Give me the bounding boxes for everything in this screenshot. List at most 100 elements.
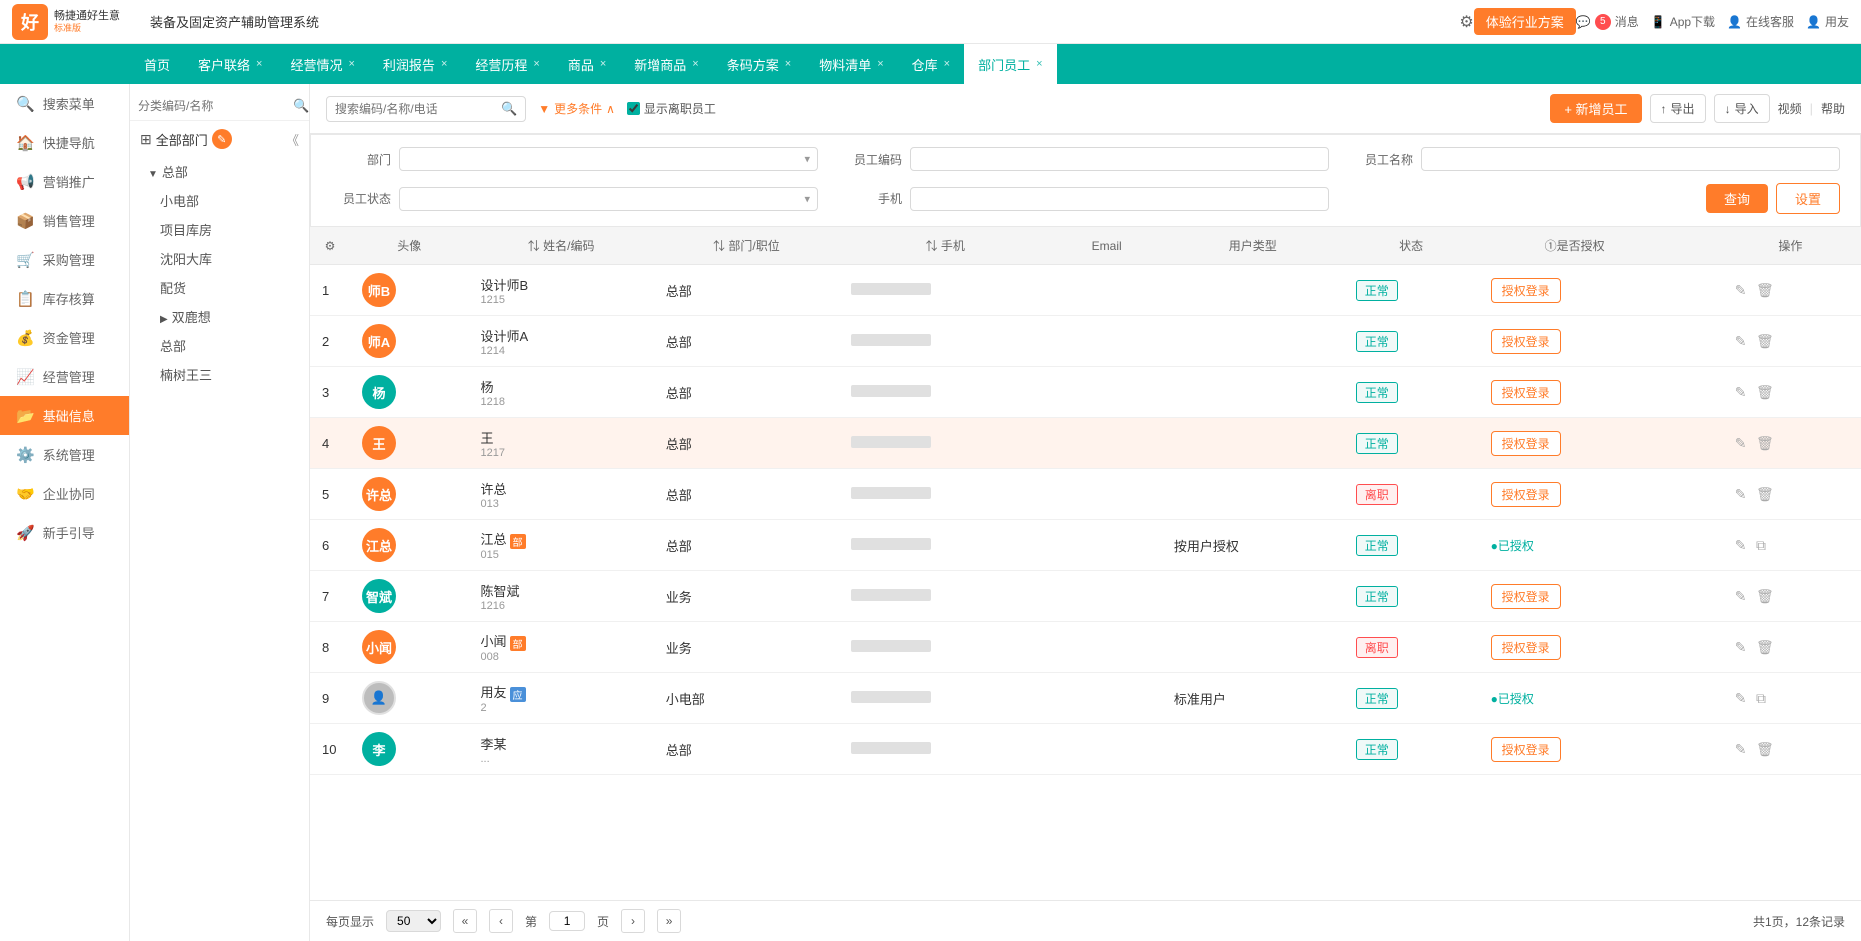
- nav-item-barcode[interactable]: 条码方案 ×: [713, 44, 805, 84]
- help-button[interactable]: 帮助: [1821, 100, 1845, 117]
- query-button[interactable]: 查询: [1706, 184, 1768, 213]
- filter-search-input[interactable]: [335, 102, 495, 116]
- delete-icon[interactable]: 🗑: [1756, 486, 1774, 502]
- auth-button[interactable]: 授权登录: [1491, 380, 1561, 405]
- dept-search-input[interactable]: [138, 99, 293, 113]
- nav-item-profit[interactable]: 利润报告 ×: [369, 44, 461, 84]
- edit-icon[interactable]: ✎: [1735, 690, 1747, 706]
- auth-button[interactable]: 授权登录: [1491, 482, 1561, 507]
- show-resign-checkbox[interactable]: [627, 102, 640, 115]
- auth-button[interactable]: 授权登录: [1491, 278, 1561, 303]
- auth-button[interactable]: 授权登录: [1491, 584, 1561, 609]
- gear-button[interactable]: ⚙: [1459, 12, 1473, 32]
- sidebar-item-business[interactable]: 📈 经营管理: [0, 357, 129, 396]
- nav-item-bom[interactable]: 物料清单 ×: [805, 44, 897, 84]
- sidebar-item-sales[interactable]: 📦 销售管理: [0, 201, 129, 240]
- phone-input[interactable]: [910, 187, 1329, 211]
- auth-button[interactable]: 授权登录: [1491, 431, 1561, 456]
- first-page-button[interactable]: «: [453, 909, 477, 933]
- nav-item-home[interactable]: 首页: [130, 44, 184, 84]
- auth-button[interactable]: 授权登录: [1491, 737, 1561, 762]
- per-page-select[interactable]: 50 100: [386, 910, 441, 932]
- prev-page-button[interactable]: ‹: [489, 909, 513, 933]
- sidebar-item-search[interactable]: 🔍 搜索菜单: [0, 84, 129, 123]
- edit-icon[interactable]: ✎: [1735, 537, 1747, 553]
- last-page-button[interactable]: »: [657, 909, 681, 933]
- sidebar-item-basic[interactable]: 📂 基础信息: [0, 396, 129, 435]
- sidebar-item-guide[interactable]: 🚀 新手引导: [0, 513, 129, 552]
- nav-item-warehouse[interactable]: 仓库 ×: [898, 44, 964, 84]
- add-employee-button[interactable]: + 新增员工: [1550, 94, 1641, 123]
- search-icon: 🔍: [16, 95, 35, 113]
- edit-icon[interactable]: ✎: [1735, 384, 1747, 400]
- user-menu[interactable]: 👤 用友: [1806, 13, 1849, 30]
- sidebar-item-purchase[interactable]: 🛒 采购管理: [0, 240, 129, 279]
- sidebar-item-inventory[interactable]: 📋 库存核算: [0, 279, 129, 318]
- edit-icon[interactable]: ✎: [1735, 435, 1747, 451]
- nav-item-staff[interactable]: 部门员工 ×: [964, 44, 1056, 84]
- nav-item-history[interactable]: 经营历程 ×: [461, 44, 553, 84]
- auth-button[interactable]: 授权登录: [1491, 635, 1561, 660]
- edit-icon[interactable]: ✎: [1735, 588, 1747, 604]
- delete-icon[interactable]: 🗑: [1756, 741, 1774, 757]
- dept-collapse-button[interactable]: 《: [286, 130, 299, 149]
- edit-icon[interactable]: ✎: [1735, 741, 1747, 757]
- dept-node-nanwang[interactable]: 楠树王三: [140, 360, 309, 389]
- app-download-button[interactable]: 📱 App下载: [1651, 13, 1715, 30]
- edit-icon[interactable]: ✎: [1735, 639, 1747, 655]
- dept-node-hq[interactable]: 总部: [140, 331, 309, 360]
- emp-status-select[interactable]: [399, 187, 818, 211]
- auth-button[interactable]: 授权登录: [1491, 329, 1561, 354]
- next-page-button[interactable]: ›: [621, 909, 645, 933]
- dept-all-label[interactable]: 全部部门: [156, 130, 208, 149]
- nav-item-customer[interactable]: 客户联络 ×: [184, 44, 276, 84]
- dept-node-hq-parent[interactable]: ▼总部: [140, 157, 309, 186]
- delete-icon[interactable]: 🗑: [1756, 435, 1774, 451]
- row-phone: [839, 265, 1051, 316]
- sidebar-item-finance[interactable]: 💰 资金管理: [0, 318, 129, 357]
- sidebar-item-system[interactable]: ⚙️ 系统管理: [0, 435, 129, 474]
- export-button[interactable]: ↑ 导出: [1650, 94, 1706, 123]
- online-service-button[interactable]: 👤 在线客服: [1727, 13, 1794, 30]
- sidebar-item-collab[interactable]: 🤝 企业协同: [0, 474, 129, 513]
- delete-icon[interactable]: 🗑: [1756, 333, 1774, 349]
- copy-icon[interactable]: ⧉: [1756, 690, 1766, 706]
- delete-icon[interactable]: 🗑: [1756, 282, 1774, 298]
- nav-item-goods[interactable]: 商品 ×: [554, 44, 620, 84]
- col-name[interactable]: ⇅ 姓名/编码: [469, 227, 654, 265]
- dept-node-small-elec[interactable]: 小电部: [140, 186, 309, 215]
- view-button[interactable]: 视频: [1778, 100, 1802, 117]
- set-button[interactable]: 设置: [1776, 183, 1840, 214]
- dept-select[interactable]: [399, 147, 818, 171]
- dept-node-project[interactable]: 项目库房: [140, 215, 309, 244]
- col-dept[interactable]: ⇅ 部门/职位: [654, 227, 839, 265]
- page-number-input[interactable]: [549, 911, 585, 931]
- message-button[interactable]: 💬 5 消息: [1576, 13, 1639, 30]
- sidebar-item-marketing[interactable]: 📢 营销推广: [0, 162, 129, 201]
- dept-node-shenyang[interactable]: 沈阳大库: [140, 244, 309, 273]
- col-phone[interactable]: ⇅ 手机: [839, 227, 1051, 265]
- col-settings[interactable]: ⚙: [310, 227, 350, 265]
- delete-icon[interactable]: 🗑: [1756, 588, 1774, 604]
- edit-icon[interactable]: ✎: [1735, 282, 1747, 298]
- nav-item-add-goods[interactable]: 新增商品 ×: [620, 44, 712, 84]
- dept-node-delivery[interactable]: 配货: [140, 273, 309, 302]
- nav-item-operation[interactable]: 经营情况 ×: [276, 44, 368, 84]
- row-email: [1051, 520, 1161, 571]
- edit-icon[interactable]: ✎: [1735, 486, 1747, 502]
- filter-more-button[interactable]: ▼ 更多条件 ∧: [538, 100, 615, 117]
- dept-filter-label: 部门: [331, 151, 391, 168]
- copy-icon[interactable]: ⧉: [1756, 537, 1766, 553]
- dept-node-shuanglu[interactable]: ▶双鹿想: [140, 302, 309, 331]
- dept-edit-button[interactable]: ✎: [212, 129, 232, 149]
- trial-button[interactable]: 体验行业方案: [1474, 8, 1576, 35]
- main-layout: 🔍 搜索菜单 🏠 快捷导航 📢 营销推广 📦 销售管理 🛒 采购管理 📋 库存核…: [0, 84, 1861, 941]
- edit-icon[interactable]: ✎: [1735, 333, 1747, 349]
- import-button[interactable]: ↓ 导入: [1714, 94, 1770, 123]
- emp-name-input[interactable]: [1421, 147, 1840, 171]
- emp-code-input[interactable]: [910, 147, 1329, 171]
- delete-icon[interactable]: 🗑: [1756, 639, 1774, 655]
- row-ops: ✎ 🗑: [1720, 622, 1861, 673]
- delete-icon[interactable]: 🗑: [1756, 384, 1774, 400]
- sidebar-item-nav[interactable]: 🏠 快捷导航: [0, 123, 129, 162]
